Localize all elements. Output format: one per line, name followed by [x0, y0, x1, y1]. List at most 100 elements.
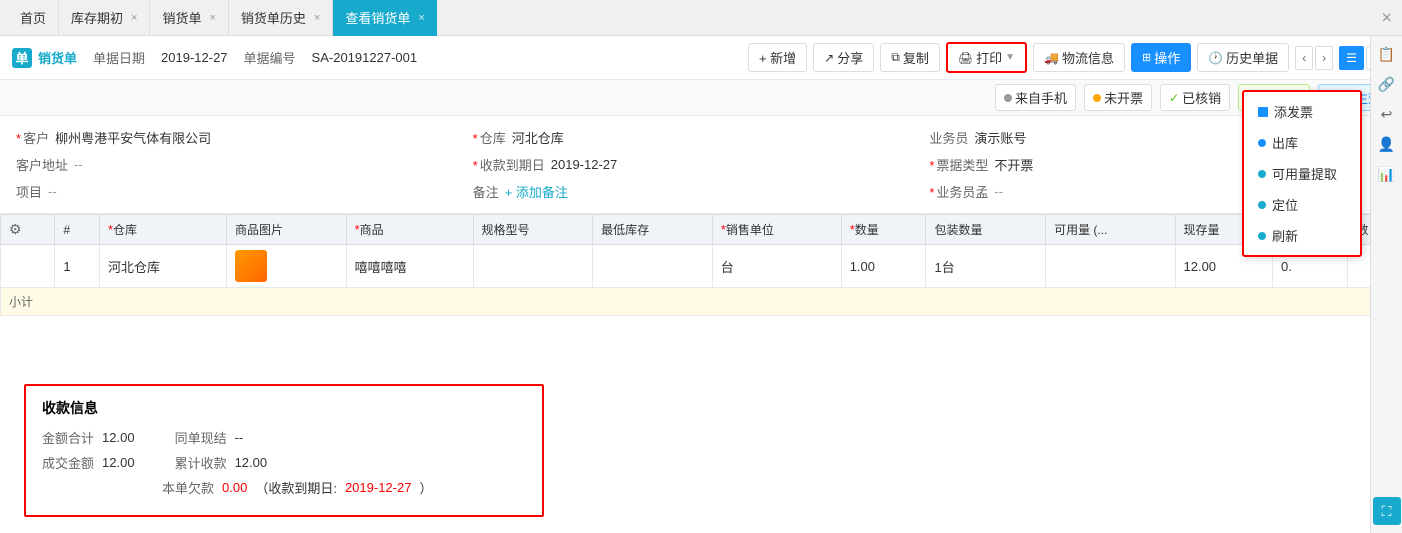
- main-area: 单 销货单 单据日期 2019-12-27 单据编号 SA-20191227-0…: [0, 36, 1402, 533]
- sidebar-icon-clipboard[interactable]: 📋: [1373, 40, 1401, 68]
- col-unit: *销售单位: [712, 215, 841, 245]
- project-field: 项目 --: [16, 182, 473, 201]
- total-item: 金额合计 12.00: [42, 428, 135, 447]
- sidebar-icon-return[interactable]: ↩: [1373, 100, 1401, 128]
- sidebar-icon-chart[interactable]: 📊: [1373, 160, 1401, 188]
- menu-refresh[interactable]: 刷新: [1244, 220, 1360, 251]
- payment-title: 收款信息: [42, 398, 526, 418]
- col-min-stock: 最低库存: [593, 215, 713, 245]
- address-field: 客户地址 --: [16, 155, 473, 174]
- sidebar-icon-user[interactable]: 👤: [1373, 130, 1401, 158]
- col-avail: 可用量 (...: [1046, 215, 1175, 245]
- sidebar-icon-link[interactable]: 🔗: [1373, 70, 1401, 98]
- copy-button[interactable]: ⧉ 复制: [880, 43, 940, 72]
- table-header-row: ⚙ # *仓库 商品图片 *商品 规格型号 最低库存 *销售单位 *数量 包装数…: [1, 215, 1402, 245]
- col-image: 商品图片: [226, 215, 346, 245]
- next-button[interactable]: ›: [1315, 46, 1333, 70]
- bottom-area: 收款信息 金额合计 12.00 同单现结 -- 成交金额 12.00 累计收款: [0, 372, 1402, 533]
- row-spec: [473, 245, 593, 288]
- payment-row-1: 金额合计 12.00 同单现结 --: [42, 428, 526, 447]
- tab-bar: 首页 库存期初 × 销货单 × 销货单历史 × 查看销货单 × ×: [0, 0, 1402, 36]
- subtotal-label: 小计: [1, 288, 1402, 316]
- not-open-dot-icon: [1093, 94, 1101, 102]
- doc-title: 单 销货单: [12, 48, 77, 68]
- deal-item: 成交金额 12.00: [42, 453, 135, 472]
- table-row: 1 河北仓库 嘻嘻嘻嘻 台 1.00 1台 12.00 0.: [1, 245, 1402, 288]
- right-sidebar: 📋 🔗 ↩ 👤 📊 ⛶: [1370, 36, 1402, 533]
- logistics-button[interactable]: 🚚 物流信息: [1033, 43, 1125, 72]
- from-mobile-button[interactable]: 来自手机: [995, 84, 1076, 111]
- col-qty: *数量: [841, 215, 926, 245]
- tab-home[interactable]: 首页: [8, 0, 59, 36]
- add-note-button[interactable]: + 添加备注: [505, 182, 568, 201]
- tab-sales-order[interactable]: 销货单 ×: [150, 0, 228, 36]
- tab-inventory-init-close[interactable]: ×: [131, 12, 137, 24]
- not-open-button[interactable]: 未开票: [1084, 84, 1152, 111]
- sidebar-icon-fullscreen[interactable]: ⛶: [1373, 497, 1401, 525]
- prev-button[interactable]: ‹: [1295, 46, 1313, 70]
- tab-sales-history[interactable]: 销货单历史 ×: [229, 0, 333, 36]
- add-invoice-icon: [1258, 107, 1268, 117]
- outbound-icon: [1258, 139, 1266, 147]
- operation-button[interactable]: ⊞ 操作: [1131, 43, 1191, 72]
- share-button[interactable]: ↗ 分享: [813, 43, 874, 72]
- row-min-stock: [593, 245, 713, 288]
- tab-view-sales[interactable]: 查看销货单 ×: [333, 0, 436, 36]
- row-warehouse: 河北仓库: [99, 245, 226, 288]
- tab-sales-order-close[interactable]: ×: [209, 12, 215, 24]
- customer-field: *客户 柳州粤港平安气体有限公司: [16, 128, 473, 147]
- table-container: ⚙ # *仓库 商品图片 *商品 规格型号 最低库存 *销售单位 *数量 包装数…: [0, 214, 1402, 372]
- doc-icon: 单: [12, 48, 32, 68]
- row-image: [226, 245, 346, 288]
- due-date-field: *收款到期日 2019-12-27: [473, 155, 930, 174]
- tab-inventory-init[interactable]: 库存期初 ×: [59, 0, 150, 36]
- row-product: 嘻嘻嘻嘻: [346, 245, 473, 288]
- product-image: [235, 250, 267, 282]
- menu-add-invoice[interactable]: 添发票: [1244, 96, 1360, 127]
- col-pack-qty: 包装数量: [926, 215, 1046, 245]
- cumulative-item: 累计收款 12.00: [175, 453, 268, 472]
- payment-row-3: 本单欠款 0.00 （收款到期日: 2019-12-27 ）: [42, 478, 526, 497]
- menu-locate[interactable]: 定位: [1244, 189, 1360, 220]
- menu-available-qty[interactable]: 可用量提取: [1244, 158, 1360, 189]
- tab-sales-history-close[interactable]: ×: [314, 12, 320, 24]
- row-num: 1: [55, 245, 100, 288]
- available-qty-icon: [1258, 170, 1266, 178]
- settings-icon: ⚙: [9, 221, 22, 237]
- row-pack-qty: 1台: [926, 245, 1046, 288]
- warehouse-field: *仓库 河北仓库: [473, 128, 930, 147]
- subtotal-row: 小计: [1, 288, 1402, 316]
- row-unit: 台: [712, 245, 841, 288]
- row-avail: [1046, 245, 1175, 288]
- same-order-item: 同单现结 --: [175, 428, 244, 447]
- form-row-2: 客户地址 -- *收款到期日 2019-12-27 *票据类型 不开票: [16, 155, 1386, 174]
- doc-header: 单 销货单 单据日期 2019-12-27 单据编号 SA-20191227-0…: [0, 36, 1402, 80]
- form-row-1: *客户 柳州粤港平安气体有限公司 *仓库 河北仓库 业务员 演示账号: [16, 128, 1386, 147]
- mobile-dot-icon: [1004, 94, 1012, 102]
- note-field: 备注 + 添加备注: [473, 182, 930, 201]
- row-settings: [1, 245, 55, 288]
- check-button[interactable]: ✓ 已核销: [1160, 84, 1230, 111]
- payment-row-2: 成交金额 12.00 累计收款 12.00: [42, 453, 526, 472]
- nav-arrows: ‹ ›: [1295, 46, 1333, 70]
- col-warehouse: *仓库: [99, 215, 226, 245]
- form-section: *客户 柳州粤港平安气体有限公司 *仓库 河北仓库 业务员 演示账号 客户地址 …: [0, 116, 1402, 214]
- form-row-3: 项目 -- 备注 + 添加备注 *业务员孟 --: [16, 182, 1386, 201]
- row-qty: 1.00: [841, 245, 926, 288]
- col-num: #: [55, 215, 100, 245]
- list-view-button[interactable]: ☰: [1339, 46, 1364, 70]
- col-product: *商品: [346, 215, 473, 245]
- tab-view-sales-close[interactable]: ×: [418, 12, 424, 24]
- items-table: ⚙ # *仓库 商品图片 *商品 规格型号 最低库存 *销售单位 *数量 包装数…: [0, 214, 1402, 316]
- history-button[interactable]: 🕐 历史单据: [1197, 43, 1289, 72]
- toolbar-actions: + 新增 ↗ 分享 ⧉ 复制 🖨 打印 ▼ 🚚 物流信息 ⊞ 操作: [748, 42, 1390, 73]
- col-spec: 规格型号: [473, 215, 593, 245]
- doc-meta: 单据日期 2019-12-27 单据编号 SA-20191227-001: [93, 48, 417, 67]
- add-button[interactable]: + 新增: [748, 43, 807, 72]
- print-button[interactable]: 🖨 打印 ▼: [946, 42, 1027, 73]
- menu-outbound[interactable]: 出库: [1244, 127, 1360, 158]
- second-toolbar: 来自手机 未开票 ✓ 已核销 ✓ 已核销 ✓ 已生效: [0, 80, 1402, 116]
- window-close-button[interactable]: ×: [1381, 7, 1392, 28]
- locate-icon: [1258, 201, 1266, 209]
- operation-dropdown: 添发票 出库 可用量提取 定位 刷新: [1242, 90, 1362, 257]
